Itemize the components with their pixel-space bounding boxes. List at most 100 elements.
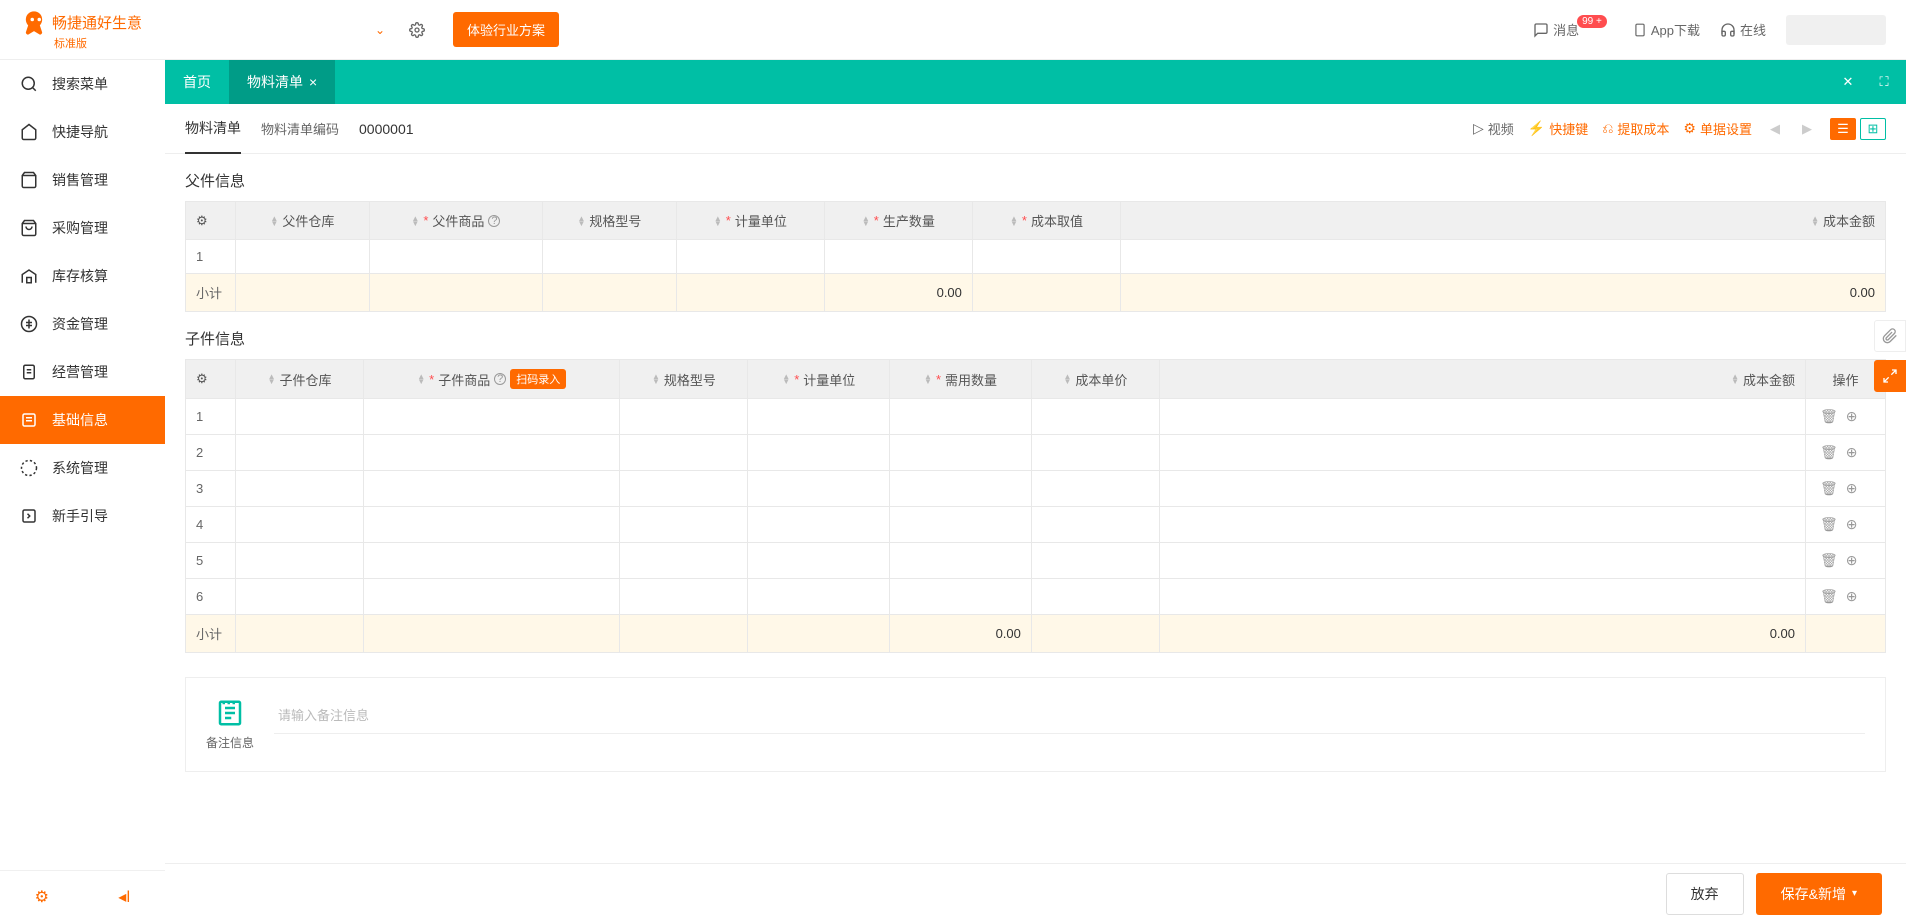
home-icon <box>20 123 38 141</box>
sidebar-item-label: 搜索菜单 <box>52 74 108 94</box>
sidebar-collapse-button[interactable]: ◂ǀ <box>118 887 130 907</box>
note-icon <box>215 698 245 728</box>
help-icon[interactable]: ? <box>494 373 506 385</box>
sidebar-item-quicknav[interactable]: 快捷导航 <box>0 108 165 156</box>
extract-cost-link[interactable]: ⎌提取成本 <box>1602 119 1669 138</box>
view-list-button[interactable]: ☰ <box>1830 118 1856 140</box>
play-icon: ▷ <box>1473 120 1484 137</box>
delete-row-button[interactable]: 🗑 <box>1820 552 1838 568</box>
user-avatar-area[interactable] <box>1786 15 1886 45</box>
child-col-unitcost[interactable]: ▲▼成本单价 <box>1031 360 1159 399</box>
bag-icon <box>20 219 38 237</box>
sidebar-item-basicinfo[interactable]: 基础信息 <box>0 396 165 444</box>
child-col-needqty[interactable]: ▲▼*需用数量 <box>890 360 1032 399</box>
parent-subtotal-row: 小计 0.00 0.00 <box>186 274 1886 312</box>
parent-col-product[interactable]: ▲▼*父件商品? <box>369 202 542 240</box>
parent-amt-total: 0.00 <box>1121 274 1886 312</box>
tab-bom[interactable]: 物料清单 × <box>229 60 335 104</box>
sidebar-item-funds[interactable]: 资金管理 <box>0 300 165 348</box>
fullscreen-button[interactable] <box>1874 360 1906 392</box>
row-index: 6 <box>186 579 236 615</box>
sidebar-item-guide[interactable]: 新手引导 <box>0 492 165 540</box>
parent-row[interactable]: 1 <box>186 240 1886 274</box>
row-index: 3 <box>186 471 236 507</box>
delete-row-button[interactable]: 🗑 <box>1820 516 1838 532</box>
row-index: 1 <box>186 399 236 435</box>
online-label: 在线 <box>1740 20 1766 39</box>
close-icon[interactable]: × <box>309 74 317 90</box>
chevron-down-icon: ⌄ <box>375 23 385 37</box>
delete-row-button[interactable]: 🗑 <box>1820 444 1838 460</box>
delete-row-button[interactable]: 🗑 <box>1820 480 1838 496</box>
bill-settings-link[interactable]: ⚙单据设置 <box>1683 119 1752 138</box>
child-col-spec[interactable]: ▲▼规格型号 <box>620 360 748 399</box>
sort-icon: ▲▼ <box>268 374 276 384</box>
delete-row-button[interactable]: 🗑 <box>1820 408 1838 424</box>
child-row[interactable]: 6 🗑 ⊕ <box>186 579 1886 615</box>
add-row-button[interactable]: ⊕ <box>1846 444 1858 460</box>
view-grid-button[interactable]: ⊞ <box>1860 118 1886 140</box>
child-row[interactable]: 2🗑⊕ <box>186 435 1886 471</box>
add-row-button[interactable]: ⊕ <box>1846 516 1858 532</box>
child-col-costamt[interactable]: ▲▼成本金额 <box>1160 360 1806 399</box>
add-row-button[interactable]: ⊕ <box>1846 408 1858 424</box>
sidebar-item-label: 资金管理 <box>52 314 108 334</box>
parent-col-costsrc[interactable]: ▲▼*成本取值 <box>972 202 1120 240</box>
scan-badge[interactable]: 扫码录入 <box>510 369 566 389</box>
tabbar-close-button[interactable]: ✕ <box>1834 68 1862 96</box>
discard-button[interactable]: 放弃 <box>1666 873 1744 915</box>
child-col-unit[interactable]: ▲▼*计量单位 <box>748 360 890 399</box>
toolbar-tab[interactable]: 物料清单 <box>185 104 241 154</box>
messages-button[interactable]: 消息 99 + <box>1533 20 1613 39</box>
child-col-warehouse[interactable]: ▲▼子件仓库 <box>236 360 364 399</box>
online-service-button[interactable]: 在线 <box>1720 20 1766 39</box>
extract-icon: ⎌ <box>1602 120 1613 137</box>
parent-table: ⚙ ▲▼父件仓库 ▲▼*父件商品? ▲▼规格型号 ▲▼*计量单位 ▲▼*生产数量… <box>185 201 1886 312</box>
tabbar-expand-button[interactable]: ⛶ <box>1870 68 1898 96</box>
child-row[interactable]: 5🗑⊕ <box>186 543 1886 579</box>
avatar-placeholder <box>1786 15 1886 45</box>
sidebar-item-system[interactable]: 系统管理 <box>0 444 165 492</box>
sidebar-item-label: 库存核算 <box>52 266 108 286</box>
add-row-button[interactable]: ⊕ <box>1846 552 1858 568</box>
attachment-button[interactable] <box>1874 320 1906 352</box>
org-selector-area: ⌄ 体验行业方案 <box>195 12 559 47</box>
sidebar-item-business[interactable]: 经营管理 <box>0 348 165 396</box>
app-download-button[interactable]: App下载 <box>1633 20 1700 39</box>
parent-col-costamt[interactable]: ▲▼成本金额 <box>1121 202 1886 240</box>
bottom-bar: 放弃 保存&新增 ▾ <box>165 863 1906 923</box>
child-row[interactable]: 3 🗑 ⊕ <box>186 471 1886 507</box>
parent-col-spec[interactable]: ▲▼规格型号 <box>543 202 677 240</box>
sidebar-item-search[interactable]: 搜索菜单 <box>0 60 165 108</box>
save-new-button[interactable]: 保存&新增 ▾ <box>1756 873 1882 915</box>
remark-input[interactable] <box>274 698 1865 734</box>
org-dropdown[interactable]: ⌄ <box>195 14 395 46</box>
child-row[interactable]: 1 🗑 ⊕ <box>186 399 1886 435</box>
child-row[interactable]: 4🗑⊕ <box>186 507 1886 543</box>
add-row-button[interactable]: ⊕ <box>1846 588 1858 604</box>
parent-col-gear[interactable]: ⚙ <box>186 202 236 240</box>
messages-badge: 99 + <box>1577 15 1607 28</box>
child-col-product[interactable]: ▲▼*子件商品?扫码录入 <box>364 360 620 399</box>
parent-col-qty[interactable]: ▲▼*生产数量 <box>824 202 972 240</box>
clipboard-icon <box>20 363 38 381</box>
add-row-button[interactable]: ⊕ <box>1846 480 1858 496</box>
shortcut-link[interactable]: ⚡快捷键 <box>1528 119 1588 138</box>
org-settings-button[interactable] <box>403 16 431 44</box>
sidebar-settings-button[interactable]: ⚙ <box>35 887 49 907</box>
experience-plan-button[interactable]: 体验行业方案 <box>453 12 559 47</box>
parent-col-warehouse[interactable]: ▲▼父件仓库 <box>236 202 370 240</box>
sort-icon: ▲▼ <box>714 216 722 226</box>
parent-col-unit[interactable]: ▲▼*计量单位 <box>676 202 824 240</box>
chevron-down-icon: ▾ <box>1852 888 1857 899</box>
next-arrow-button[interactable]: ▶ <box>1798 121 1816 137</box>
help-icon[interactable]: ? <box>488 215 500 227</box>
sidebar-item-purchase[interactable]: 采购管理 <box>0 204 165 252</box>
tab-home[interactable]: 首页 <box>165 60 229 104</box>
child-col-gear[interactable]: ⚙ <box>186 360 236 399</box>
sidebar-item-sales[interactable]: 销售管理 <box>0 156 165 204</box>
delete-row-button[interactable]: 🗑 <box>1820 588 1838 604</box>
video-link[interactable]: ▷视频 <box>1473 119 1514 138</box>
sidebar-item-inventory[interactable]: 库存核算 <box>0 252 165 300</box>
prev-arrow-button[interactable]: ◀ <box>1766 121 1784 137</box>
